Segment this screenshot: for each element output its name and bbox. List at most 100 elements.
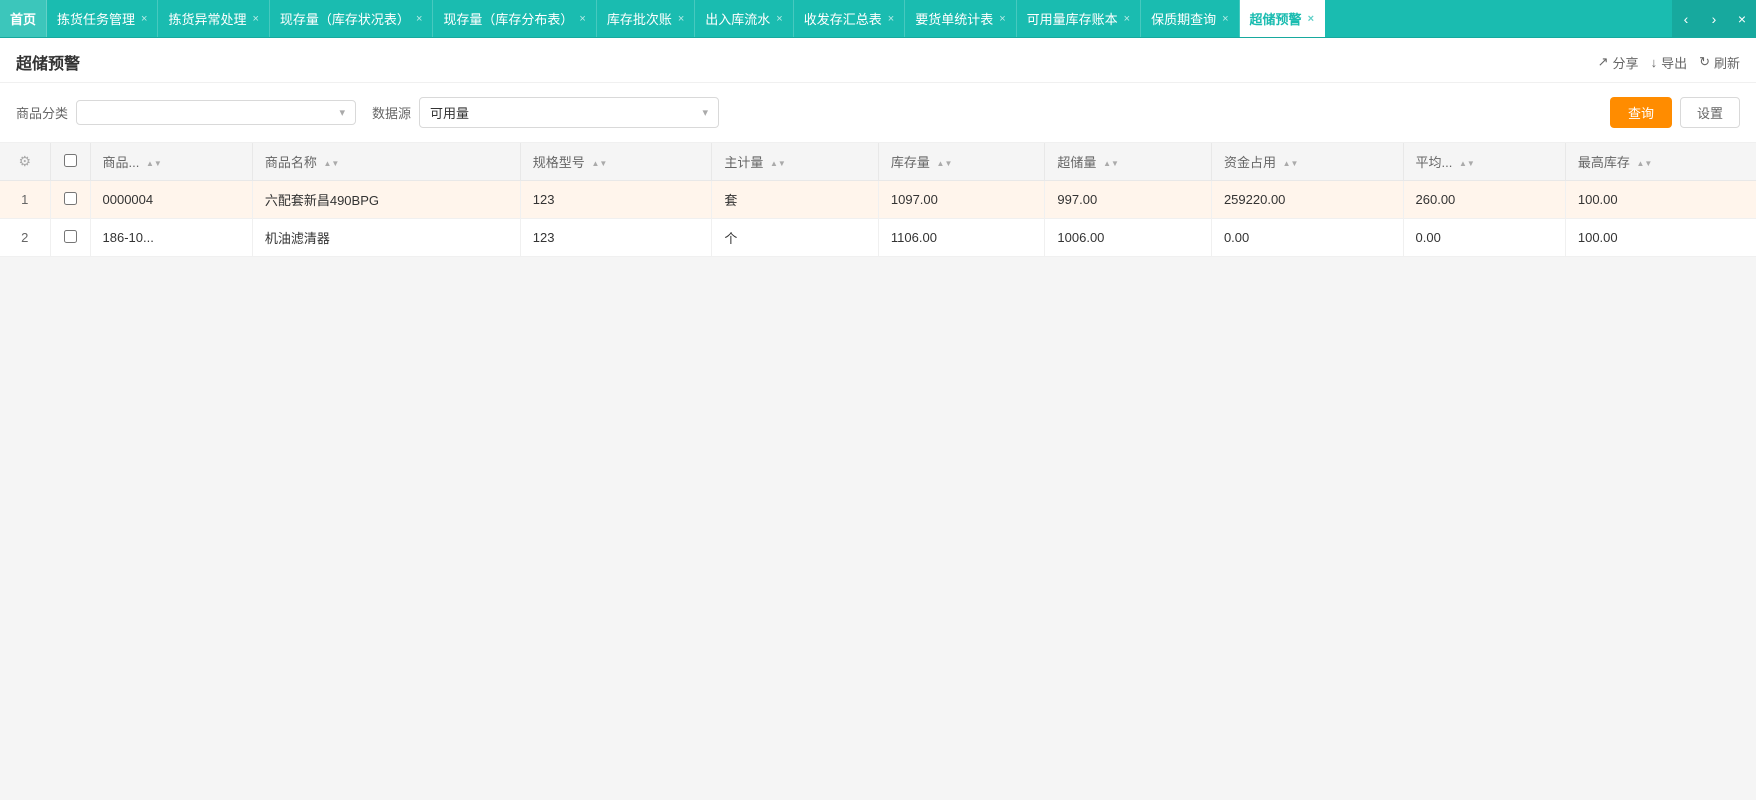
category-label: 商品分类 bbox=[16, 103, 68, 122]
page-header: 超储预警 ↗ 分享 ↓ 导出 ↻ 刷新 bbox=[0, 38, 1756, 83]
col-header-capital[interactable]: 资金占用 ▲▼ bbox=[1211, 143, 1403, 181]
nav-tab-close-7[interactable]: × bbox=[999, 13, 1005, 25]
row-max-stock-0: 100.00 bbox=[1565, 181, 1756, 219]
nav-tab-close-9[interactable]: × bbox=[1222, 13, 1228, 25]
row-avg-0: 260.00 bbox=[1403, 181, 1565, 219]
row-name-1: 机油滤清器 bbox=[252, 219, 520, 257]
nav-tab-close-8[interactable]: × bbox=[1124, 13, 1130, 25]
col-header-code-label: 商品... bbox=[103, 155, 140, 170]
row-code-0: 0000004 bbox=[90, 181, 252, 219]
col-header-max-stock-label: 最高库存 bbox=[1578, 155, 1630, 170]
nav-tab-label-0: 拣货任务管理 bbox=[57, 9, 135, 28]
nav-tab-1[interactable]: 拣货异常处理 × bbox=[158, 0, 269, 37]
row-capital-1: 0.00 bbox=[1211, 219, 1403, 257]
row-checkbox-cell-1[interactable] bbox=[50, 219, 90, 257]
nav-tab-2[interactable]: 现存量（库存状况表） × bbox=[270, 0, 433, 37]
gear-icon[interactable]: ⚙ bbox=[18, 153, 31, 169]
nav-tab-8[interactable]: 可用量库存账本 × bbox=[1017, 0, 1141, 37]
col-sort-spec[interactable]: ▲▼ bbox=[591, 160, 607, 168]
nav-tab-label-10: 超储预警 bbox=[1250, 9, 1302, 28]
col-header-overflow-label: 超储量 bbox=[1057, 155, 1096, 170]
nav-tab-close-4[interactable]: × bbox=[678, 13, 684, 25]
col-header-spec-label: 规格型号 bbox=[533, 155, 585, 170]
col-header-max-stock[interactable]: 最高库存 ▲▼ bbox=[1565, 143, 1756, 181]
nav-home[interactable]: 首页 bbox=[0, 0, 47, 37]
nav-tab-3[interactable]: 现存量（库存分布表） × bbox=[433, 0, 596, 37]
col-header-overflow[interactable]: 超储量 ▲▼ bbox=[1045, 143, 1212, 181]
nav-arrows: ‹ › × bbox=[1672, 0, 1756, 38]
row-max-stock-1: 100.00 bbox=[1565, 219, 1756, 257]
datasource-label: 数据源 bbox=[372, 103, 411, 122]
col-header-stock[interactable]: 库存量 ▲▼ bbox=[878, 143, 1045, 181]
col-sort-max-stock[interactable]: ▲▼ bbox=[1637, 160, 1653, 168]
col-header-name[interactable]: 商品名称 ▲▼ bbox=[252, 143, 520, 181]
nav-tab-7[interactable]: 要货单统计表 × bbox=[905, 0, 1016, 37]
nav-tab-close-1[interactable]: × bbox=[252, 13, 258, 25]
row-unit-0: 套 bbox=[712, 181, 879, 219]
share-button[interactable]: ↗ 分享 bbox=[1598, 53, 1639, 72]
nav-tab-10[interactable]: 超储预警 × bbox=[1240, 0, 1325, 37]
filter-area: 商品分类 ▾ 数据源 可用量 ▾ 查询 设置 bbox=[0, 83, 1756, 143]
table-row: 1 0000004 六配套新昌490BPG 123 套 1097.00 997.… bbox=[0, 181, 1756, 219]
datasource-select-value: 可用量 bbox=[430, 103, 469, 122]
select-all-checkbox[interactable] bbox=[64, 154, 77, 167]
nav-tab-6[interactable]: 收发存汇总表 × bbox=[794, 0, 905, 37]
col-sort-capital[interactable]: ▲▼ bbox=[1283, 160, 1299, 168]
query-button[interactable]: 查询 bbox=[1610, 97, 1672, 128]
nav-tab-close-2[interactable]: × bbox=[416, 13, 422, 25]
nav-tab-4[interactable]: 库存批次账 × bbox=[597, 0, 695, 37]
nav-tab-close-10[interactable]: × bbox=[1308, 13, 1314, 25]
col-header-name-label: 商品名称 bbox=[265, 155, 317, 170]
row-overflow-0: 997.00 bbox=[1045, 181, 1212, 219]
nav-tab-label-9: 保质期查询 bbox=[1151, 9, 1216, 28]
col-sort-code[interactable]: ▲▼ bbox=[146, 160, 162, 168]
row-checkbox-0[interactable] bbox=[64, 192, 77, 205]
nav-right-arrow[interactable]: › bbox=[1700, 0, 1728, 38]
nav-tab-label-3: 现存量（库存分布表） bbox=[443, 9, 573, 28]
row-spec-0: 123 bbox=[520, 181, 712, 219]
nav-tab-close-0[interactable]: × bbox=[141, 13, 147, 25]
row-capital-0: 259220.00 bbox=[1211, 181, 1403, 219]
col-header-checkbox[interactable] bbox=[50, 143, 90, 181]
col-sort-name[interactable]: ▲▼ bbox=[323, 160, 339, 168]
header-actions: ↗ 分享 ↓ 导出 ↻ 刷新 bbox=[1598, 53, 1740, 72]
nav-tab-close-5[interactable]: × bbox=[776, 13, 782, 25]
row-index-1: 2 bbox=[0, 219, 50, 257]
row-index-0: 1 bbox=[0, 181, 50, 219]
nav-tab-close-3[interactable]: × bbox=[579, 13, 585, 25]
nav-tab-close-6[interactable]: × bbox=[888, 13, 894, 25]
export-button[interactable]: ↓ 导出 bbox=[1651, 53, 1688, 72]
nav-close-arrow[interactable]: × bbox=[1728, 0, 1756, 38]
col-header-avg[interactable]: 平均... ▲▼ bbox=[1403, 143, 1565, 181]
category-select[interactable]: ▾ bbox=[76, 100, 356, 125]
nav-tab-label-4: 库存批次账 bbox=[607, 9, 672, 28]
col-header-avg-label: 平均... bbox=[1416, 155, 1453, 170]
datasource-select[interactable]: 可用量 ▾ bbox=[419, 97, 719, 128]
col-header-code[interactable]: 商品... ▲▼ bbox=[90, 143, 252, 181]
col-header-settings[interactable]: ⚙ bbox=[0, 143, 50, 181]
col-sort-unit[interactable]: ▲▼ bbox=[770, 160, 786, 168]
nav-tab-5[interactable]: 出入库流水 × bbox=[695, 0, 793, 37]
nav-tab-label-8: 可用量库存账本 bbox=[1027, 9, 1118, 28]
col-header-spec[interactable]: 规格型号 ▲▼ bbox=[520, 143, 712, 181]
refresh-button[interactable]: ↻ 刷新 bbox=[1699, 53, 1740, 72]
col-header-unit[interactable]: 主计量 ▲▼ bbox=[712, 143, 879, 181]
nav-tab-0[interactable]: 拣货任务管理 × bbox=[47, 0, 158, 37]
col-sort-avg[interactable]: ▲▼ bbox=[1459, 160, 1475, 168]
table-row: 2 186-10... 机油滤清器 123 个 1106.00 1006.00 … bbox=[0, 219, 1756, 257]
row-checkbox-cell-0[interactable] bbox=[50, 181, 90, 219]
nav-tab-label-7: 要货单统计表 bbox=[915, 9, 993, 28]
export-icon: ↓ bbox=[1651, 55, 1658, 70]
settings-button[interactable]: 设置 bbox=[1680, 97, 1740, 128]
share-icon: ↗ bbox=[1598, 54, 1609, 70]
col-header-unit-label: 主计量 bbox=[724, 155, 763, 170]
top-nav: 首页 拣货任务管理 × 拣货异常处理 × 现存量（库存状况表） × 现存量（库存… bbox=[0, 0, 1756, 38]
table-header-row: ⚙ 商品... ▲▼ 商品名称 ▲▼ 规格型号 ▲▼ bbox=[0, 143, 1756, 181]
row-checkbox-1[interactable] bbox=[64, 230, 77, 243]
col-sort-overflow[interactable]: ▲▼ bbox=[1103, 160, 1119, 168]
col-sort-stock[interactable]: ▲▼ bbox=[937, 160, 953, 168]
nav-tab-9[interactable]: 保质期查询 × bbox=[1141, 0, 1239, 37]
col-header-stock-label: 库存量 bbox=[891, 155, 930, 170]
nav-tab-label-1: 拣货异常处理 bbox=[168, 9, 246, 28]
nav-left-arrow[interactable]: ‹ bbox=[1672, 0, 1700, 38]
